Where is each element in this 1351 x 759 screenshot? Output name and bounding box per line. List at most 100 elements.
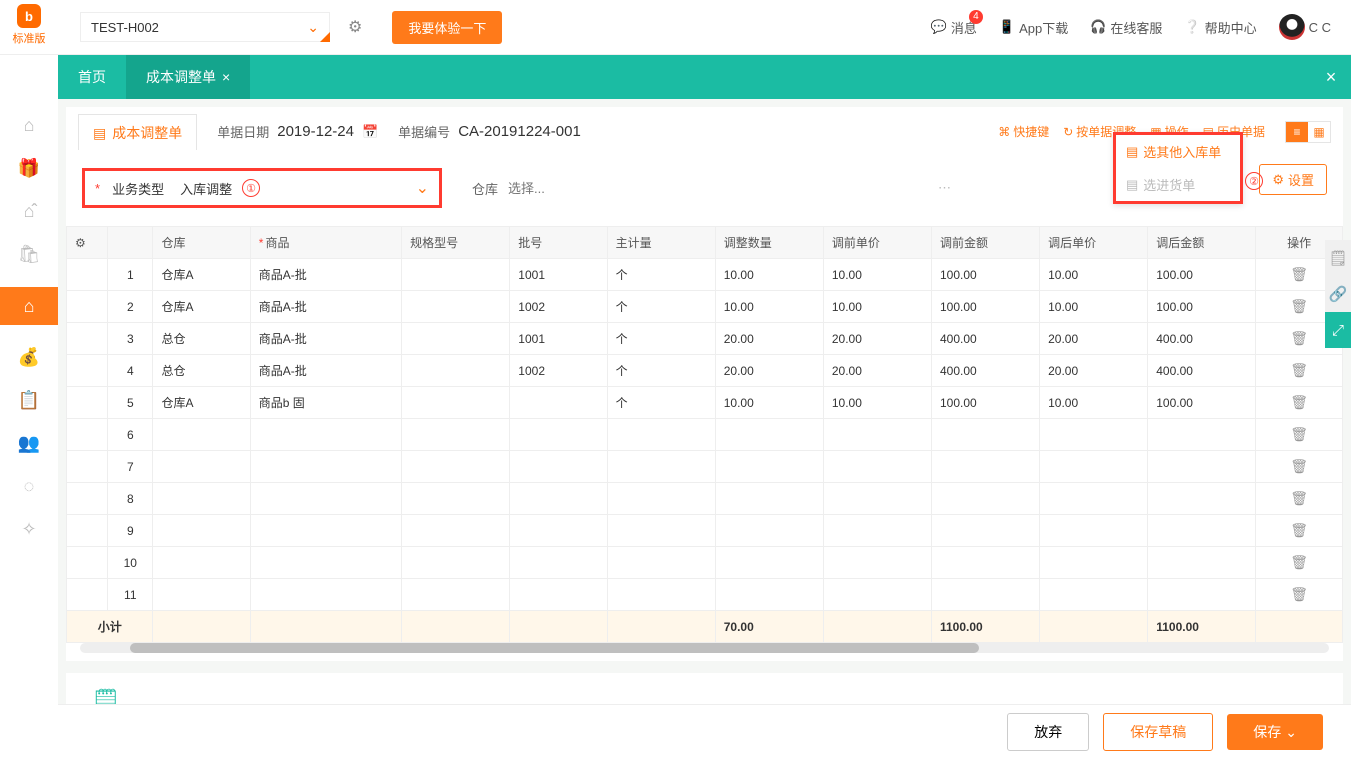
business-type-select[interactable]: * 业务类型 入库调整 ① ⌄ [82, 168, 442, 208]
cell-warehouse[interactable]: 仓库A [153, 291, 250, 323]
cell-pre-price[interactable] [823, 579, 931, 611]
nav-sync-icon[interactable]: ◌ [24, 476, 35, 497]
cell-warehouse[interactable] [153, 483, 250, 515]
save-button[interactable]: 保存 ⌄ [1227, 714, 1323, 750]
delete-row-icon[interactable]: 🗑 [1290, 426, 1308, 442]
cell-product[interactable]: 商品A-批 [250, 259, 401, 291]
table-row[interactable]: 6🗑 [67, 419, 1343, 451]
table-row[interactable]: 4总仓商品A-批1002个20.0020.00400.0020.00400.00… [67, 355, 1343, 387]
cell-unit[interactable] [607, 579, 715, 611]
nav-house-icon[interactable]: ⌂̂ [24, 201, 35, 222]
cell-warehouse[interactable] [153, 419, 250, 451]
cell-adj-qty[interactable] [715, 451, 823, 483]
nav-warehouse-icon[interactable]: ⌂ [0, 287, 58, 325]
delete-row-icon[interactable]: 🗑 [1290, 458, 1308, 474]
cell-spec[interactable] [402, 387, 510, 419]
table-row[interactable]: 9🗑 [67, 515, 1343, 547]
cell-unit[interactable]: 个 [607, 323, 715, 355]
cell-pre-price[interactable] [823, 419, 931, 451]
option-other-inbound[interactable]: ▤选其他入库单 [1116, 135, 1240, 168]
delete-row-icon[interactable]: 🗑 [1290, 586, 1308, 602]
cell-adj-qty[interactable] [715, 579, 823, 611]
cell-post-amount[interactable]: 400.00 [1148, 355, 1256, 387]
cell-product[interactable] [250, 579, 401, 611]
table-row[interactable]: 1仓库A商品A-批1001个10.0010.00100.0010.00100.0… [67, 259, 1343, 291]
cell-adj-qty[interactable] [715, 419, 823, 451]
cell-adj-qty[interactable] [715, 483, 823, 515]
shortcut-action[interactable]: ⌘快捷键 [998, 123, 1049, 140]
settings-icon[interactable]: ⚙ [348, 17, 362, 37]
cell-warehouse[interactable]: 仓库A [153, 387, 250, 419]
cell-post-price[interactable]: 10.00 [1040, 387, 1148, 419]
cell-pre-price[interactable] [823, 515, 931, 547]
cell-unit[interactable] [607, 419, 715, 451]
cell-product[interactable]: 商品b 固 [250, 387, 401, 419]
cell-warehouse[interactable] [153, 547, 250, 579]
cell-post-amount[interactable] [1148, 515, 1256, 547]
cell-batch[interactable] [510, 515, 607, 547]
cell-product[interactable] [250, 451, 401, 483]
cell-pre-amount[interactable] [931, 451, 1039, 483]
cell-adj-qty[interactable]: 10.00 [715, 259, 823, 291]
cell-post-price[interactable] [1040, 483, 1148, 515]
col-unit[interactable]: 主计量 [607, 227, 715, 259]
cell-post-amount[interactable] [1148, 547, 1256, 579]
cell-adj-qty[interactable] [715, 515, 823, 547]
cell-warehouse[interactable]: 仓库A [153, 259, 250, 291]
cell-post-price[interactable] [1040, 451, 1148, 483]
user-menu[interactable]: C C [1279, 14, 1331, 40]
cell-pre-price[interactable] [823, 547, 931, 579]
nav-gift-icon[interactable]: 🎁 [18, 158, 40, 179]
cell-pre-price[interactable]: 10.00 [823, 259, 931, 291]
cell-product[interactable] [250, 419, 401, 451]
messages-link[interactable]: 💬 消息 4 [931, 18, 977, 37]
cell-batch[interactable]: 1001 [510, 259, 607, 291]
cell-post-amount[interactable] [1148, 451, 1256, 483]
cell-pre-price[interactable]: 20.00 [823, 323, 931, 355]
save-draft-button[interactable]: 保存草稿 [1103, 713, 1213, 751]
cell-product[interactable]: 商品A-批 [250, 355, 401, 387]
cell-post-price[interactable]: 10.00 [1040, 259, 1148, 291]
cell-pre-amount[interactable]: 100.00 [931, 291, 1039, 323]
cell-pre-price[interactable]: 20.00 [823, 355, 931, 387]
cell-spec[interactable] [402, 451, 510, 483]
link-tool-icon[interactable]: 🔗 [1325, 276, 1351, 312]
cell-post-amount[interactable]: 400.00 [1148, 323, 1256, 355]
cell-batch[interactable] [510, 547, 607, 579]
table-row[interactable]: 8🗑 [67, 483, 1343, 515]
doc-date-value[interactable]: 2019-12-24 [277, 123, 354, 140]
cell-pre-amount[interactable] [931, 579, 1039, 611]
cell-post-price[interactable] [1040, 515, 1148, 547]
nav-report-icon[interactable]: 📋 [18, 390, 40, 411]
try-button[interactable]: 我要体验一下 [392, 11, 502, 44]
cell-pre-amount[interactable]: 100.00 [931, 387, 1039, 419]
delete-row-icon[interactable]: 🗑 [1290, 394, 1308, 410]
cell-pre-price[interactable] [823, 483, 931, 515]
cell-batch[interactable] [510, 451, 607, 483]
cell-batch[interactable]: 1001 [510, 323, 607, 355]
cell-unit[interactable]: 个 [607, 291, 715, 323]
cell-adj-qty[interactable]: 20.00 [715, 355, 823, 387]
close-icon[interactable]: × [222, 69, 230, 85]
cell-unit[interactable] [607, 483, 715, 515]
cell-spec[interactable] [402, 483, 510, 515]
cell-product[interactable]: 商品A-批 [250, 323, 401, 355]
cell-unit[interactable] [607, 547, 715, 579]
expand-tool-icon[interactable]: ⤢ [1325, 312, 1351, 348]
col-product[interactable]: *商品 [250, 227, 401, 259]
cell-post-amount[interactable] [1148, 483, 1256, 515]
table-row[interactable]: 11🗑 [67, 579, 1343, 611]
cell-batch[interactable]: 1002 [510, 291, 607, 323]
org-selector[interactable]: TEST-H002 ⌄ [80, 12, 330, 42]
discard-button[interactable]: 放弃 [1007, 713, 1089, 751]
card-view-icon[interactable]: ▦ [1308, 122, 1330, 142]
cell-batch[interactable] [510, 483, 607, 515]
cell-pre-amount[interactable]: 400.00 [931, 355, 1039, 387]
col-post-price[interactable]: 调后单价 [1040, 227, 1148, 259]
cell-batch[interactable] [510, 579, 607, 611]
service-link[interactable]: 🎧 在线客服 [1090, 18, 1162, 37]
cell-post-amount[interactable] [1148, 579, 1256, 611]
cell-unit[interactable] [607, 451, 715, 483]
table-row[interactable]: 7🗑 [67, 451, 1343, 483]
cell-post-amount[interactable]: 100.00 [1148, 387, 1256, 419]
